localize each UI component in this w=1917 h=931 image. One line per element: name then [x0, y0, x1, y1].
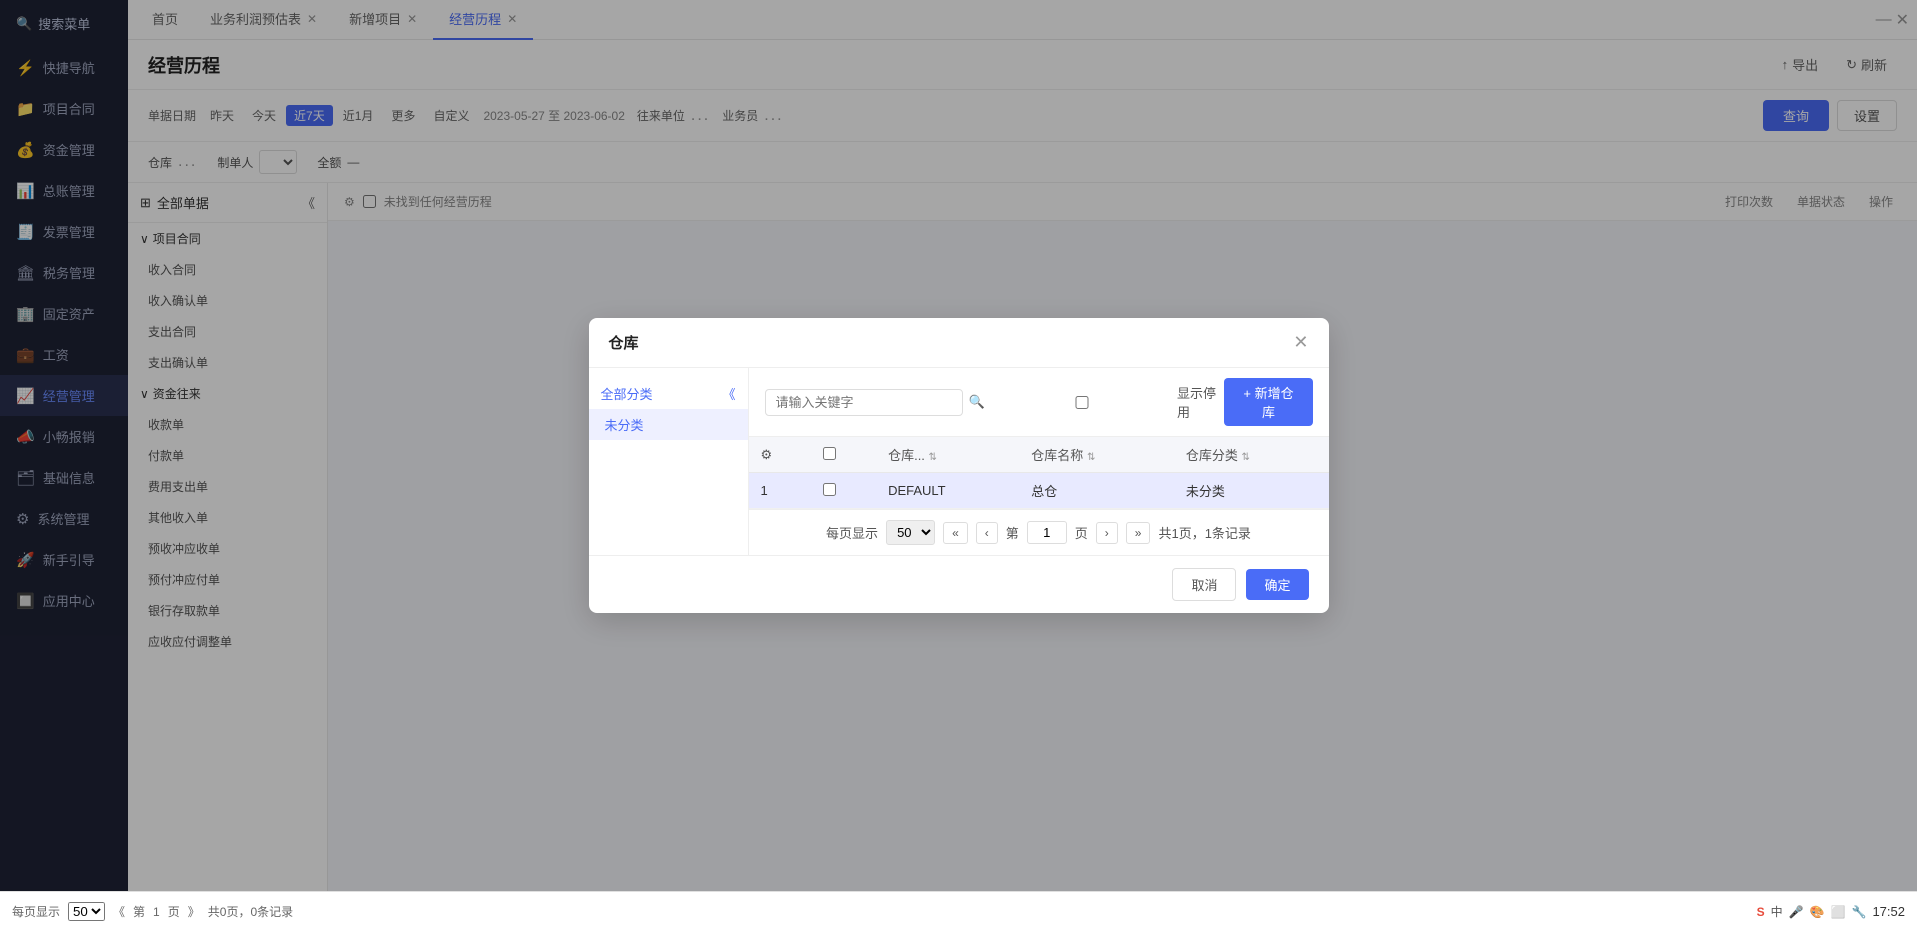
taskbar-icon-zh: 中 [1771, 903, 1783, 920]
taskbar-icon-paint: 🎨 [1810, 905, 1825, 919]
taskbar-per-page-label: 每页显示 [12, 903, 60, 920]
taskbar: 每页显示 50 《 第 1 页 》 共0页，0条记录 S 中 🎤 🎨 ⬜ 🔧 1… [0, 891, 1917, 931]
sort-name-icon: ⇅ [1087, 452, 1095, 463]
modal-toolbar: 🔍 显示停用 + 新增仓库 [749, 368, 1329, 437]
sort-category-icon: ⇅ [1242, 452, 1250, 463]
taskbar-nav-first[interactable]: 《 [113, 903, 125, 920]
confirm-button[interactable]: 确定 [1246, 569, 1308, 600]
col-code-label: 仓库... [888, 448, 925, 463]
tree-item-uncategorized[interactable]: 未分类 [589, 409, 748, 440]
tree-all-label: 全部分类 [601, 384, 653, 403]
taskbar-nav-last[interactable]: 》 [188, 903, 200, 920]
warehouse-modal: 仓库 ✕ 全部分类 《 未分类 🔍 [589, 318, 1329, 613]
col-settings[interactable]: ⚙ [749, 437, 812, 473]
taskbar-icon-screen: ⬜ [1831, 905, 1846, 919]
modal-search: 🔍 显示停用 [765, 383, 1225, 421]
modal-right: 🔍 显示停用 + 新增仓库 ⚙ [749, 368, 1329, 555]
taskbar-left: 每页显示 50 《 第 1 页 》 共0页，0条记录 [12, 902, 293, 921]
modal-per-page-select[interactable]: 50 [886, 520, 935, 545]
col-name-label: 仓库名称 [1031, 448, 1083, 463]
tree-collapse-icon[interactable]: 《 [722, 384, 735, 403]
modal-overlay: 仓库 ✕ 全部分类 《 未分类 🔍 [0, 0, 1917, 931]
modal-page-prev[interactable]: ‹ [976, 522, 998, 544]
row-category: 未分类 [1174, 473, 1329, 509]
row-checkbox[interactable] [811, 473, 876, 509]
row-code: DEFAULT [876, 473, 1019, 509]
modal-pagination: 每页显示 50 « ‹ 第 页 › » 共1页，1条记录 [749, 509, 1329, 555]
modal-title: 仓库 [609, 332, 639, 353]
modal-tree-all[interactable]: 全部分类 《 [589, 378, 748, 409]
modal-header: 仓库 ✕ [589, 318, 1329, 368]
taskbar-right: S 中 🎤 🎨 ⬜ 🔧 17:52 [1757, 903, 1905, 920]
modal-body: 全部分类 《 未分类 🔍 显示停用 + [589, 368, 1329, 555]
taskbar-icon-s: S [1757, 905, 1765, 919]
modal-page-suffix: 页 [1075, 523, 1088, 542]
add-warehouse-button[interactable]: + 新增仓库 [1224, 378, 1312, 426]
taskbar-page-num: 1 [153, 905, 160, 919]
col-category-label: 仓库分类 [1186, 448, 1238, 463]
taskbar-per-page-select[interactable]: 50 [68, 902, 105, 921]
table-select-all[interactable] [823, 447, 836, 460]
col-category-header[interactable]: 仓库分类 ⇅ [1174, 437, 1329, 473]
modal-tree: 全部分类 《 未分类 [589, 368, 749, 555]
show-disabled-checkbox[interactable]: 显示停用 [991, 383, 1225, 421]
modal-total-text: 共1页，1条记录 [1158, 523, 1250, 542]
modal-page-label: 第 [1006, 523, 1019, 542]
modal-close-button[interactable]: ✕ [1293, 332, 1308, 353]
disabled-label: 显示停用 [1177, 383, 1224, 421]
taskbar-page-label: 第 [133, 903, 145, 920]
col-name-header[interactable]: 仓库名称 ⇅ [1019, 437, 1174, 473]
modal-search-icon[interactable]: 🔍 [969, 394, 985, 410]
cancel-button[interactable]: 取消 [1172, 568, 1236, 601]
disabled-checkbox-input[interactable] [991, 396, 1173, 409]
taskbar-page-suffix: 页 [168, 903, 180, 920]
col-settings-icon: ⚙ [761, 447, 773, 462]
modal-page-last[interactable]: » [1126, 522, 1151, 544]
modal-search-input[interactable] [765, 389, 963, 416]
modal-per-page-label: 每页显示 [826, 523, 878, 542]
col-checkbox [811, 437, 876, 473]
modal-page-first[interactable]: « [943, 522, 968, 544]
taskbar-icon-tool: 🔧 [1852, 905, 1867, 919]
taskbar-total: 共0页，0条记录 [208, 903, 293, 920]
sort-code-icon: ⇅ [929, 452, 937, 463]
taskbar-icon-mic: 🎤 [1789, 905, 1804, 919]
modal-footer: 取消 确定 [589, 555, 1329, 613]
row-settings: 1 [749, 473, 812, 509]
row-check[interactable] [823, 483, 836, 496]
col-code-header[interactable]: 仓库... ⇅ [876, 437, 1019, 473]
taskbar-time: 17:52 [1872, 904, 1905, 919]
modal-page-input[interactable] [1027, 521, 1067, 544]
row-name: 总仓 [1019, 473, 1174, 509]
table-row[interactable]: 1 DEFAULT 总仓 未分类 [749, 473, 1329, 509]
modal-table: ⚙ 仓库... ⇅ 仓库名称 [749, 437, 1329, 509]
modal-page-next[interactable]: › [1096, 522, 1118, 544]
